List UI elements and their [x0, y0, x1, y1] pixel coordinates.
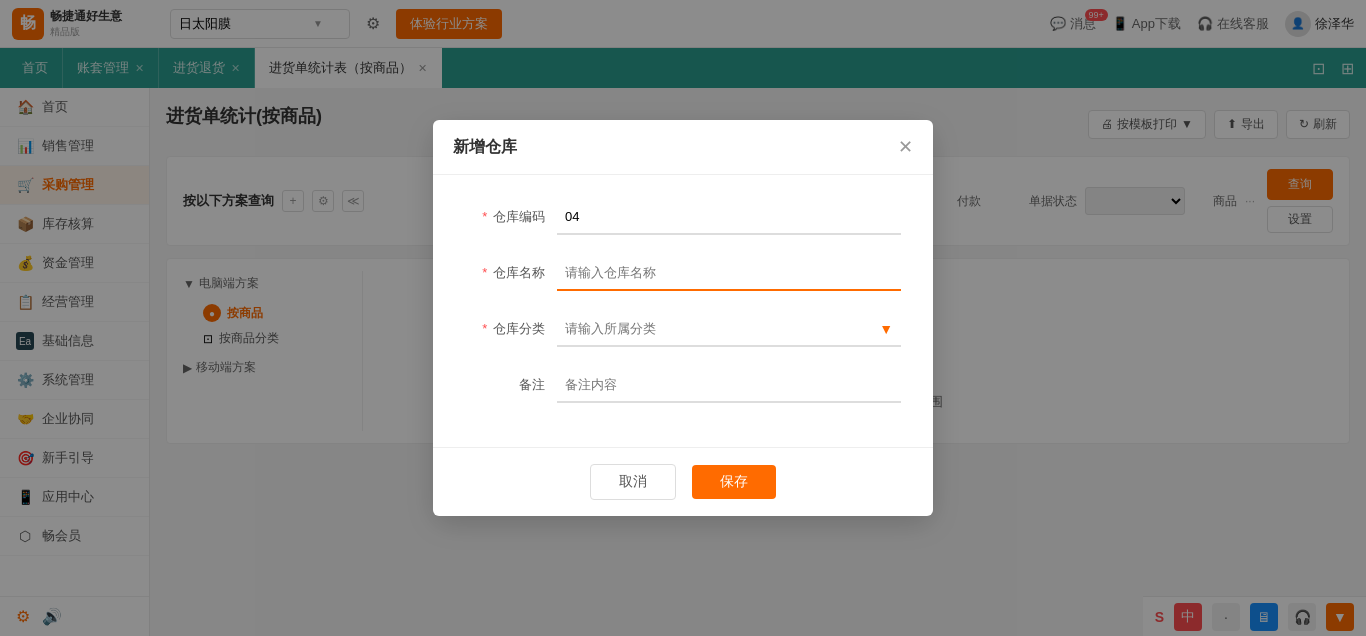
- name-required-mark: *: [482, 265, 487, 280]
- modal-title: 新增仓库: [453, 137, 517, 158]
- code-required-mark: *: [482, 209, 487, 224]
- cancel-button[interactable]: 取消: [590, 464, 676, 500]
- category-label-text: 仓库分类: [493, 321, 545, 336]
- name-label: * 仓库名称: [465, 264, 545, 282]
- name-label-text: 仓库名称: [493, 265, 545, 280]
- note-label-text: 备注: [519, 377, 545, 392]
- category-required-mark: *: [482, 321, 487, 336]
- save-button[interactable]: 保存: [692, 465, 776, 499]
- modal-header: 新增仓库 ✕: [433, 120, 933, 175]
- form-row-name: * 仓库名称: [465, 255, 901, 291]
- note-label: 备注: [465, 376, 545, 394]
- modal-footer: 取消 保存: [433, 447, 933, 516]
- modal-body: * 仓库编码 * 仓库名称 * 仓库分类: [433, 175, 933, 447]
- modal-close-button[interactable]: ✕: [898, 136, 913, 158]
- code-label-text: 仓库编码: [493, 209, 545, 224]
- category-label: * 仓库分类: [465, 320, 545, 338]
- category-select-wrapper: ▼: [557, 311, 901, 347]
- form-row-note: 备注: [465, 367, 901, 403]
- modal-backdrop: 新增仓库 ✕ * 仓库编码 * 仓库名称: [0, 0, 1366, 636]
- warehouse-code-input[interactable]: [557, 199, 901, 235]
- warehouse-note-input[interactable]: [557, 367, 901, 403]
- code-label: * 仓库编码: [465, 208, 545, 226]
- form-row-category: * 仓库分类 ▼: [465, 311, 901, 347]
- category-input[interactable]: [557, 311, 901, 347]
- warehouse-name-input[interactable]: [557, 255, 901, 291]
- add-warehouse-modal: 新增仓库 ✕ * 仓库编码 * 仓库名称: [433, 120, 933, 516]
- form-row-code: * 仓库编码: [465, 199, 901, 235]
